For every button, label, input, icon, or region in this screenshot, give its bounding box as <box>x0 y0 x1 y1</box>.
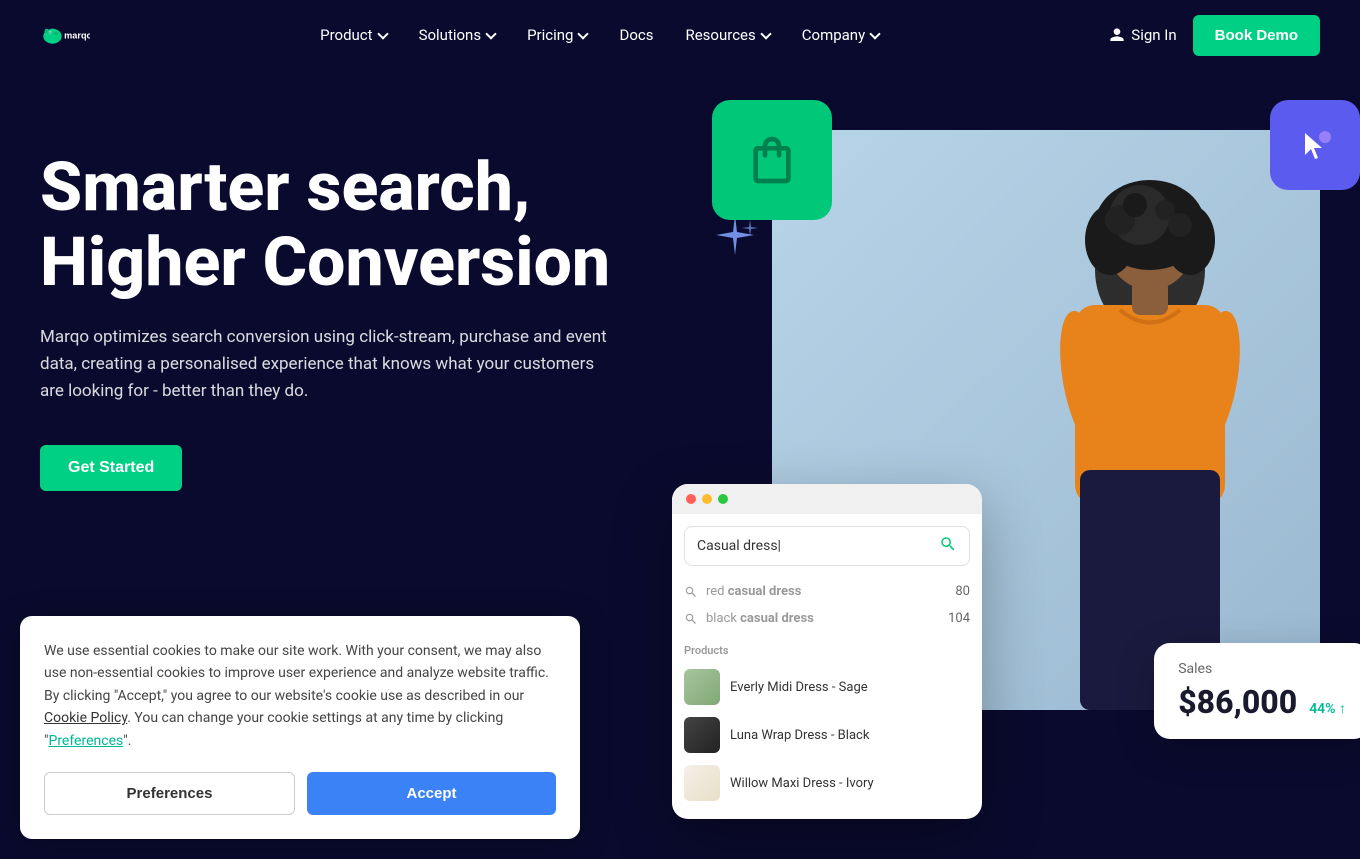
sales-number: $86,000 <box>1178 683 1297 721</box>
nav-links: Product Solutions Pricing Docs Resources… <box>308 18 891 52</box>
sales-label: Sales <box>1178 661 1346 677</box>
nav-product[interactable]: Product <box>308 18 398 52</box>
cookie-buttons: Preferences Accept <box>44 772 556 815</box>
get-started-button[interactable]: Get Started <box>40 445 182 491</box>
suggestion-item[interactable]: red casual dress 80 <box>684 578 970 605</box>
cookie-policy-link[interactable]: Cookie Policy <box>44 710 127 726</box>
sales-change: 44% ↑ <box>1309 700 1346 717</box>
product-item[interactable]: Willow Maxi Dress - Ivory <box>684 759 970 807</box>
window-close-dot <box>686 494 696 504</box>
accept-button[interactable]: Accept <box>307 772 556 815</box>
cursor-icon <box>1295 125 1335 165</box>
product-thumbnail <box>684 765 720 801</box>
chevron-down-icon <box>578 28 589 39</box>
cookie-banner: We use essential cookies to make our sit… <box>20 616 580 839</box>
window-maximize-dot <box>718 494 728 504</box>
suggestion-item[interactable]: black casual dress 104 <box>684 605 970 632</box>
user-icon <box>1109 27 1125 43</box>
nav-pricing[interactable]: Pricing <box>515 18 599 52</box>
shopping-bag-icon <box>744 132 800 188</box>
product-name: Luna Wrap Dress - Black <box>730 728 869 743</box>
nav-company[interactable]: Company <box>790 18 891 52</box>
suggestion-text: black casual dress <box>706 611 814 626</box>
sales-amount-row: $86,000 44% ↑ <box>1178 683 1346 721</box>
window-minimize-dot <box>702 494 712 504</box>
search-input[interactable]: Casual dress| <box>697 538 939 554</box>
nav-docs[interactable]: Docs <box>607 18 665 52</box>
woman-illustration <box>980 150 1320 710</box>
hero-description: Marqo optimizes search conversion using … <box>40 324 620 406</box>
nav-right: Sign In Book Demo <box>1109 15 1320 56</box>
product-thumbnail <box>684 717 720 753</box>
suggestion-text: red casual dress <box>706 584 801 599</box>
window-controls <box>672 484 982 514</box>
preferences-inline-link[interactable]: Preferences <box>48 733 123 749</box>
book-demo-button[interactable]: Book Demo <box>1193 15 1320 56</box>
nav-resources[interactable]: Resources <box>673 18 781 52</box>
hero-cta: Get Started <box>40 445 680 491</box>
search-icon[interactable] <box>939 535 957 557</box>
chevron-down-icon <box>485 28 496 39</box>
sales-card: Sales $86,000 44% ↑ <box>1154 643 1360 739</box>
product-item[interactable]: Everly Midi Dress - Sage <box>684 663 970 711</box>
chevron-down-icon <box>760 28 771 39</box>
navbar: marqo Product Solutions Pricing Docs Res… <box>0 0 1360 70</box>
chevron-down-icon <box>377 28 388 39</box>
product-thumbnail <box>684 669 720 705</box>
sign-in-link[interactable]: Sign In <box>1109 26 1176 44</box>
suggestion-count: 104 <box>948 611 970 626</box>
nav-solutions[interactable]: Solutions <box>407 18 508 52</box>
hero-right: Casual dress| red casual dress 80 bla <box>632 70 1360 859</box>
product-name: Everly Midi Dress - Sage <box>730 680 868 695</box>
cookie-text: We use essential cookies to make our sit… <box>44 640 556 752</box>
suggestion-count: 80 <box>955 584 970 599</box>
hero-title: Smarter search, Higher Conversion <box>40 150 680 300</box>
chevron-down-icon <box>870 28 881 39</box>
product-item[interactable]: Luna Wrap Dress - Black <box>684 711 970 759</box>
product-name: Willow Maxi Dress - Ivory <box>730 776 874 791</box>
search-ui-card: Casual dress| red casual dress 80 bla <box>672 484 982 819</box>
search-suggestions: red casual dress 80 black casual dress 1… <box>672 578 982 640</box>
svg-text:marqo: marqo <box>64 31 90 41</box>
products-label: Products <box>684 644 970 657</box>
preferences-button[interactable]: Preferences <box>44 772 295 815</box>
search-input-container[interactable]: Casual dress| <box>684 526 970 566</box>
logo[interactable]: marqo <box>40 15 90 55</box>
shopping-bag-card <box>712 100 832 220</box>
products-section: Products Everly Midi Dress - Sage Luna W… <box>672 640 982 819</box>
cursor-card <box>1270 100 1360 190</box>
